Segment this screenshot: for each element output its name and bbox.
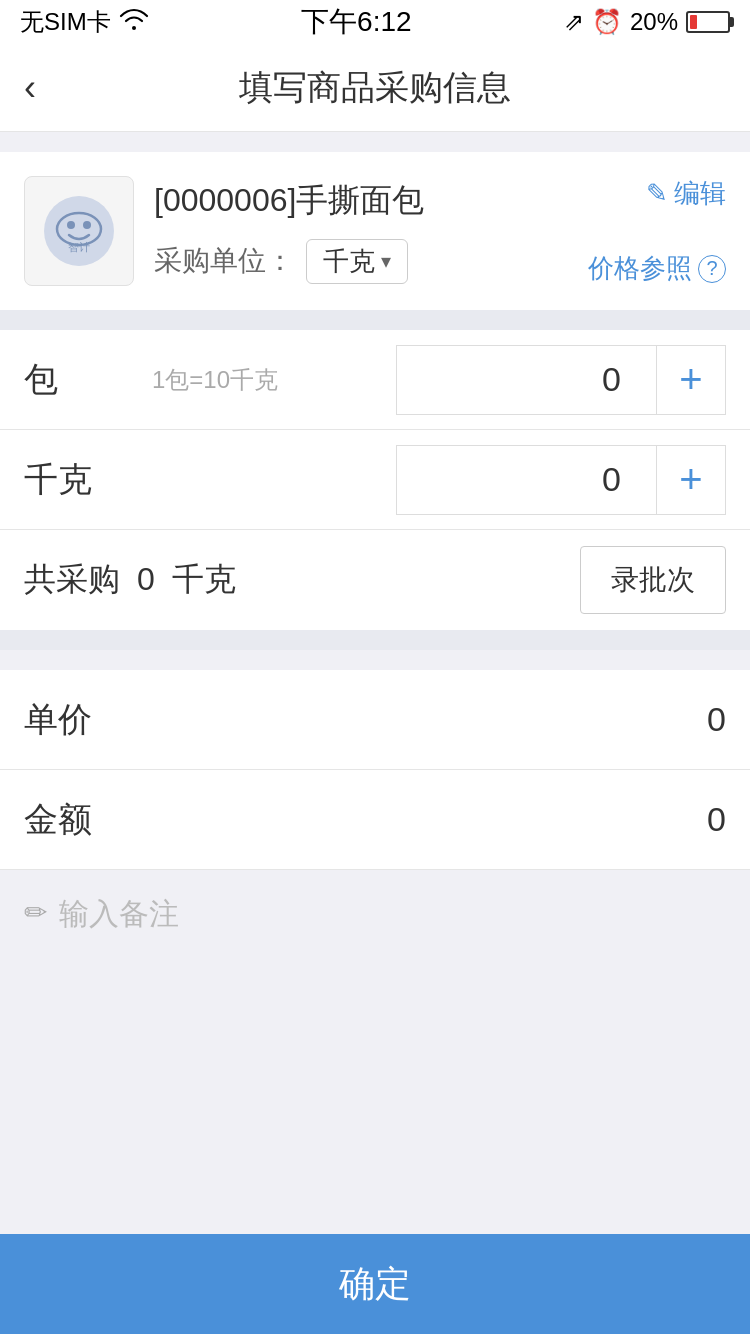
battery-percent: 20% <box>630 8 678 36</box>
pencil-icon: ✏ <box>24 896 47 929</box>
unit-label: 采购单位： <box>154 242 294 280</box>
svg-text:智计: 智计 <box>68 241 90 253</box>
wifi-icon <box>119 8 149 36</box>
kg-label: 千克 <box>24 457 144 503</box>
bao-sublabel: 1包=10千克 <box>152 364 278 396</box>
bao-number-input[interactable] <box>396 345 656 415</box>
product-image: 智计 <box>24 176 134 286</box>
price-ref-button[interactable]: 价格参照 ? <box>588 251 726 286</box>
svg-point-2 <box>83 221 91 229</box>
confirm-button[interactable]: 确定 <box>0 1234 750 1334</box>
kg-input-control: + <box>396 445 726 515</box>
edit-button[interactable]: ✎ 编辑 <box>646 176 726 211</box>
status-bar-left: 无SIM卡 <box>20 6 149 38</box>
bao-label: 包 <box>24 357 144 403</box>
unit-price-row: 单价 0 <box>0 670 750 770</box>
back-button[interactable]: ‹ <box>24 67 36 109</box>
record-batch-button[interactable]: 录批次 <box>580 546 726 614</box>
input-section: 包 1包=10千克 + 千克 + <box>0 330 750 530</box>
unit-value: 千克 <box>323 244 375 279</box>
nav-bar: ‹ 填写商品采购信息 <box>0 44 750 132</box>
page-title: 填写商品采购信息 <box>239 65 511 111</box>
kg-number-input[interactable] <box>396 445 656 515</box>
status-bar-right: ⇗ ⏰ 20% <box>564 8 730 36</box>
price-section: 单价 0 金额 0 <box>0 670 750 870</box>
unit-price-value: 0 <box>707 700 726 739</box>
product-image-placeholder: 智计 <box>44 196 114 266</box>
alarm-icon: ⏰ <box>592 8 622 36</box>
section-divider-1 <box>0 310 750 330</box>
price-ref-label: 价格参照 <box>588 251 692 286</box>
unit-selector[interactable]: 千克 ▾ <box>306 239 408 284</box>
dropdown-arrow-icon: ▾ <box>381 249 391 273</box>
amount-value: 0 <box>707 800 726 839</box>
summary-value: 0 <box>137 561 155 597</box>
product-name: [0000006]手撕面包 <box>154 179 726 223</box>
notes-area[interactable]: ✏ 输入备注 <box>0 870 750 990</box>
status-bar: 无SIM卡 下午6:12 ⇗ ⏰ 20% <box>0 0 750 44</box>
bao-plus-button[interactable]: + <box>656 345 726 415</box>
edit-icon: ✎ <box>646 178 668 209</box>
unit-price-label: 单价 <box>24 697 92 743</box>
kg-input-row: 千克 + <box>0 430 750 530</box>
status-bar-time: 下午6:12 <box>301 3 412 41</box>
notes-placeholder: 输入备注 <box>59 894 179 935</box>
kg-plus-button[interactable]: + <box>656 445 726 515</box>
battery-icon <box>686 11 730 33</box>
product-card: 智计 [0000006]手撕面包 采购单位： 千克 ▾ ✎ 编辑 价格参照 ? <box>0 152 750 310</box>
amount-row: 金额 0 <box>0 770 750 870</box>
svg-point-1 <box>67 221 75 229</box>
battery-fill <box>690 15 697 29</box>
help-icon: ? <box>698 255 726 283</box>
amount-label: 金额 <box>24 797 92 843</box>
bao-input-control: + <box>396 345 726 415</box>
bao-input-row: 包 1包=10千克 + <box>0 330 750 430</box>
section-divider-2 <box>0 630 750 650</box>
location-icon: ⇗ <box>564 8 584 36</box>
carrier-label: 无SIM卡 <box>20 6 111 38</box>
summary-text: 共采购 0 千克 <box>24 558 236 602</box>
summary-row: 共采购 0 千克 录批次 <box>0 530 750 630</box>
